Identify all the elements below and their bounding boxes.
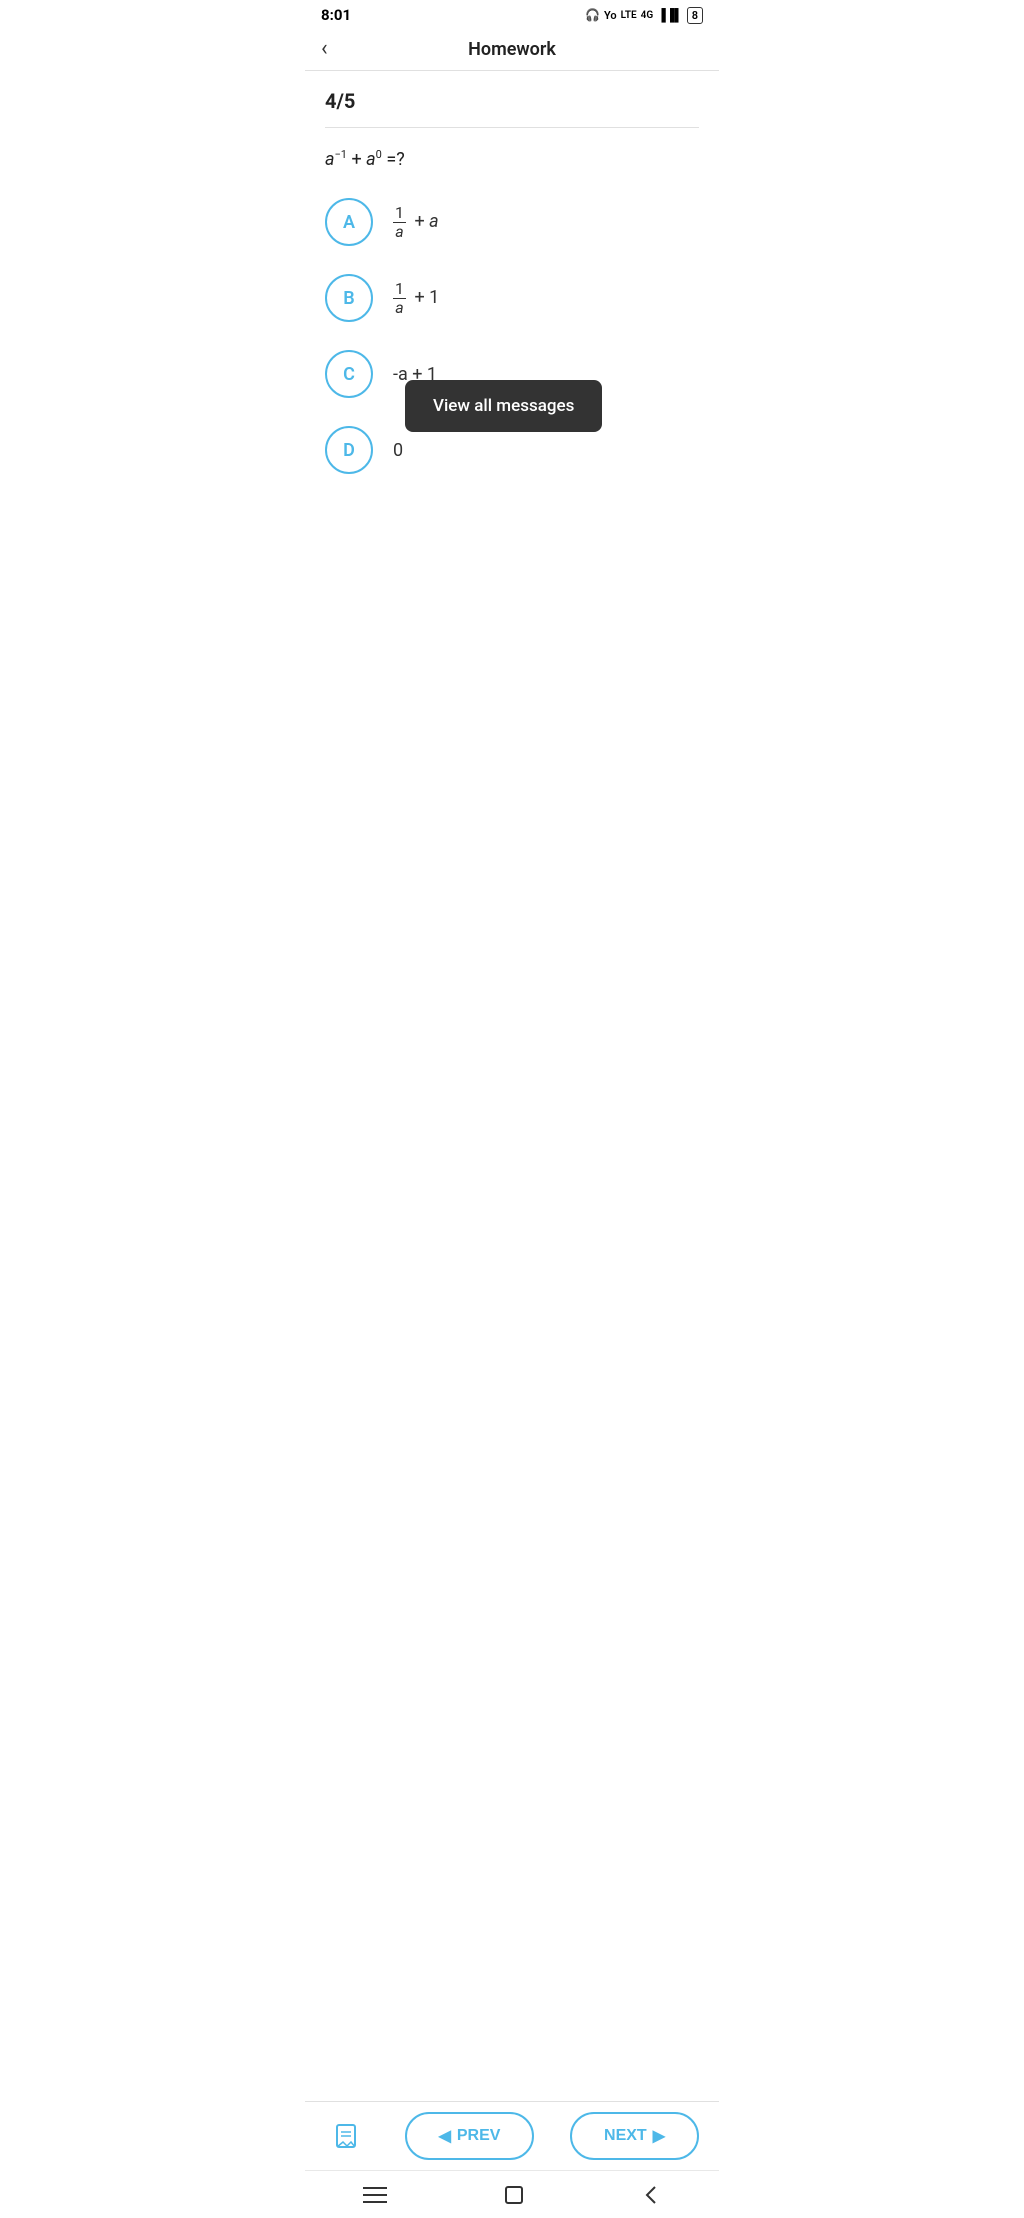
status-bar: 8:01 🎧 Yo LTE 4G ▐▐▌ 8 [305, 0, 719, 28]
back-button[interactable]: ‹ [321, 38, 328, 60]
android-nav-bar [305, 2170, 719, 2218]
status-icons: 🎧 Yo LTE 4G ▐▐▌ 8 [585, 7, 703, 24]
next-button[interactable]: NEXT ▶ [570, 2112, 699, 2160]
tooltip-box[interactable]: View all messages [405, 380, 602, 432]
question-text: a−1 + a0 =? [325, 148, 699, 170]
tooltip-overlay[interactable]: View all messages [405, 380, 602, 432]
4g-icon: 4G [641, 10, 654, 21]
status-time: 8:01 [321, 6, 351, 24]
option-d[interactable]: D 0 [325, 426, 699, 474]
bottom-toolbar: ◀ PREV NEXT ▶ [305, 2101, 719, 2170]
option-c[interactable]: C -a + 1 View all messages [325, 350, 699, 398]
home-button[interactable] [503, 2184, 525, 2206]
prev-button[interactable]: ◀ PREV [405, 2112, 535, 2160]
back-nav-button[interactable] [641, 2185, 661, 2205]
menu-button[interactable] [363, 2186, 387, 2204]
options-list: A 1a + a B 1a + 1 C -a + 1 View all mess… [325, 198, 699, 474]
nav-bar: ‹ Homework [305, 28, 719, 71]
option-d-text: 0 [393, 440, 403, 461]
bookmark-icon-button[interactable] [325, 2114, 369, 2158]
prev-arrow-icon: ◀ [439, 2126, 451, 2146]
signal-text: Yo [604, 9, 617, 22]
headphone-icon: 🎧 [585, 8, 600, 22]
option-a-text: 1a + a [393, 204, 439, 240]
signal-bars: ▐▐▌ [657, 8, 683, 22]
option-b-text: 1a + 1 [393, 280, 439, 316]
battery-icon: 8 [687, 7, 703, 24]
progress-indicator: 4/5 [325, 89, 699, 128]
option-a-letter: A [325, 198, 373, 246]
lte-icon: LTE [621, 10, 637, 21]
option-b-letter: B [325, 274, 373, 322]
option-b[interactable]: B 1a + 1 [325, 274, 699, 322]
page-title: Homework [468, 39, 556, 60]
next-arrow-icon: ▶ [653, 2126, 665, 2146]
option-a[interactable]: A 1a + a [325, 198, 699, 246]
option-d-letter: D [325, 426, 373, 474]
main-content: 4/5 a−1 + a0 =? A 1a + a B 1a + 1 C -a +… [305, 71, 719, 492]
option-c-letter: C [325, 350, 373, 398]
